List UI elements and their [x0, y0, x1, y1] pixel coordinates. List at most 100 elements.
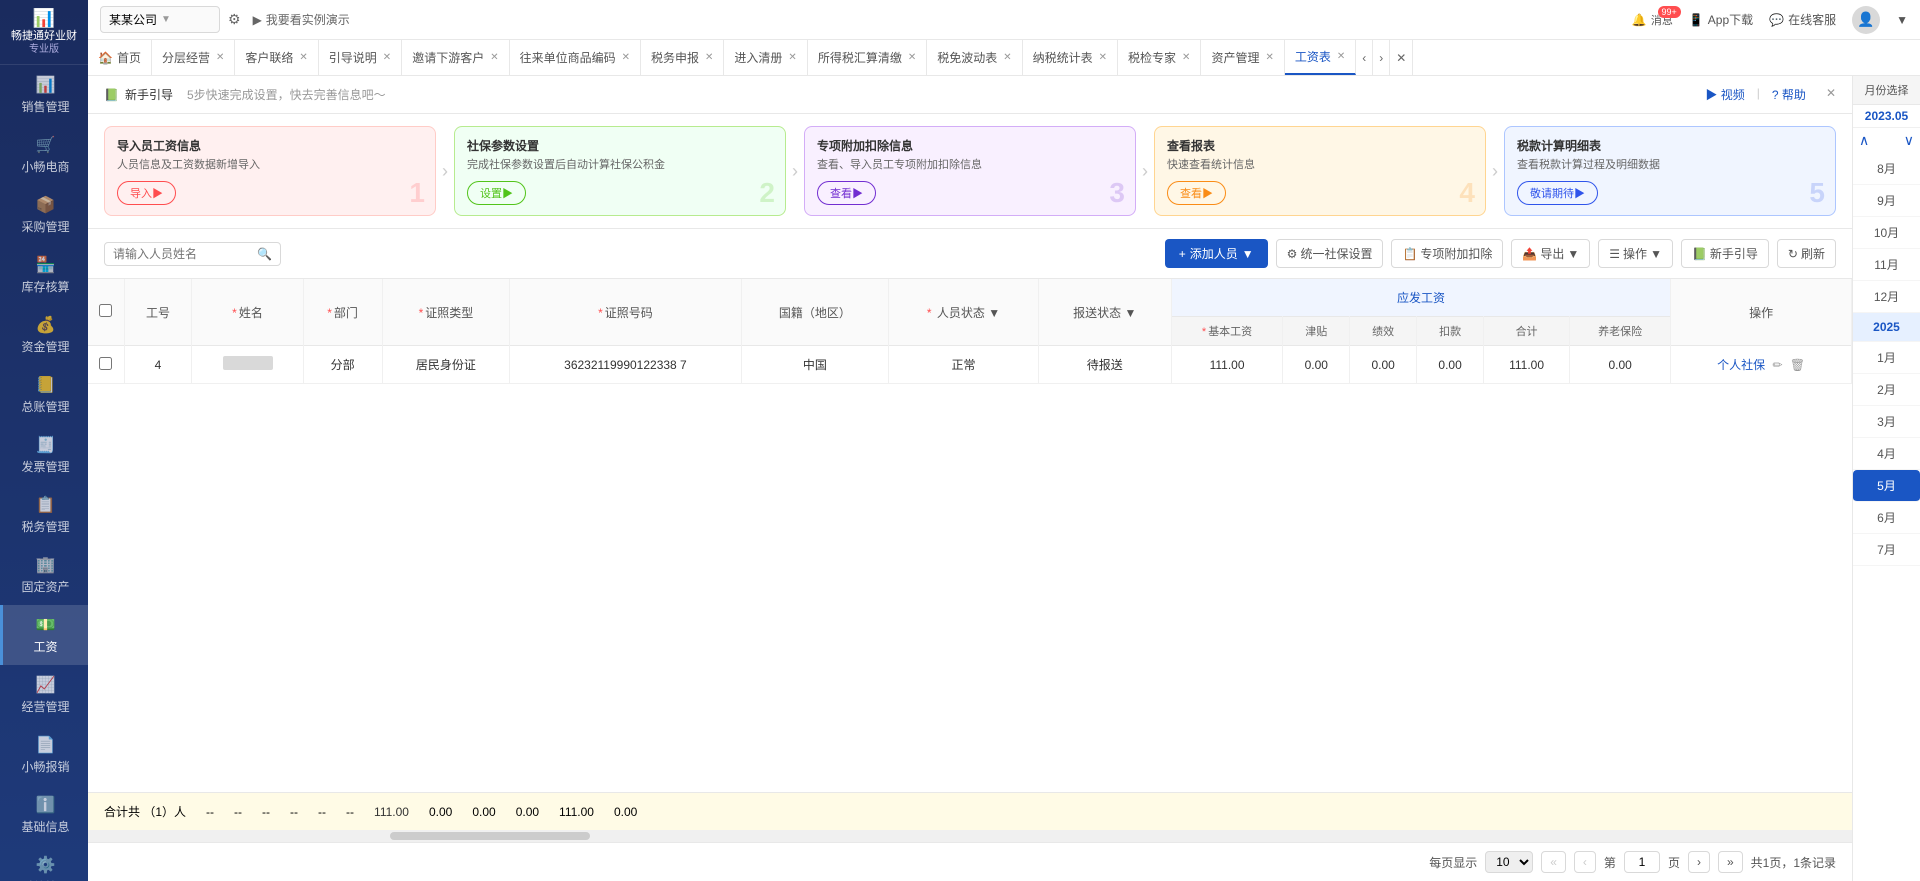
sidebar-item-ecommerce[interactable]: 🛒 小畅电商	[0, 125, 88, 185]
month-item-7[interactable]: 7月	[1853, 534, 1920, 566]
guide-close-btn[interactable]: ✕	[1826, 86, 1836, 103]
guide-video-link[interactable]: ▶ 视频	[1705, 86, 1744, 103]
step1-btn[interactable]: 导入▶	[117, 181, 176, 205]
step4-btn[interactable]: 查看▶	[1167, 181, 1226, 205]
demo-link[interactable]: ▶ 我要看实例演示	[253, 11, 350, 28]
filter-icon[interactable]: ▼	[988, 306, 1000, 320]
close-icon[interactable]: ✕	[1003, 52, 1011, 63]
filter-icon[interactable]: ▼	[1125, 306, 1137, 320]
close-icon[interactable]: ✕	[788, 52, 796, 63]
export-btn[interactable]: 📤 导出 ▼	[1511, 239, 1590, 268]
sidebar-item-invoice[interactable]: 🧾 发票管理	[0, 425, 88, 485]
tab-guide[interactable]: 引导说明 ✕	[319, 40, 402, 75]
sidebar-item-sales[interactable]: 📊 销售管理	[0, 65, 88, 125]
user-avatar[interactable]: 👤	[1852, 6, 1880, 34]
month-prev-btn[interactable]: ∧	[1857, 130, 1871, 151]
search-wrap[interactable]: 🔍	[104, 242, 281, 266]
social-setting-btn[interactable]: ⚙ 统一社保设置	[1276, 239, 1384, 268]
close-icon[interactable]: ✕	[622, 52, 630, 63]
month-item-12[interactable]: 12月	[1853, 281, 1920, 313]
guide-help-link[interactable]: ? 帮助	[1772, 86, 1806, 103]
notification-btn[interactable]: 🔔 消息 99+	[1632, 12, 1673, 28]
tab-close-all-btn[interactable]: ✕	[1390, 40, 1413, 75]
edit-icon[interactable]: ✏	[1772, 358, 1782, 372]
per-page-select[interactable]: 10 20 50	[1485, 851, 1533, 873]
sidebar-item-inventory[interactable]: 🏪 库存核算	[0, 245, 88, 305]
horizontal-scrollbar[interactable]	[88, 830, 1852, 842]
user-menu-btn[interactable]: ▼	[1896, 13, 1908, 27]
sidebar-item-system[interactable]: ⚙️ 系统管理	[0, 845, 88, 881]
select-all-checkbox[interactable]	[99, 304, 112, 317]
tab-tax-expert[interactable]: 税检专家 ✕	[1118, 40, 1201, 75]
close-icon[interactable]: ✕	[705, 52, 713, 63]
sidebar-item-report[interactable]: 📄 小畅报销	[0, 725, 88, 785]
operate-btn[interactable]: ☰ 操作 ▼	[1598, 239, 1673, 268]
tab-salary-sheet[interactable]: 工资表 ✕	[1285, 40, 1356, 75]
month-item-1[interactable]: 1月	[1853, 342, 1920, 374]
sidebar-item-operation[interactable]: 📈 经营管理	[0, 665, 88, 725]
close-icon[interactable]: ✕	[1182, 52, 1190, 63]
sidebar-item-fixed[interactable]: 🏢 固定资产	[0, 545, 88, 605]
month-item-3[interactable]: 3月	[1853, 406, 1920, 438]
personal-social-link[interactable]: 个人社保	[1717, 358, 1765, 372]
step3-btn[interactable]: 查看▶	[817, 181, 876, 205]
month-item-8[interactable]: 8月	[1853, 153, 1920, 185]
close-icon[interactable]: ✕	[1099, 52, 1107, 63]
scrollbar-thumb[interactable]	[390, 832, 590, 840]
month-item-11[interactable]: 11月	[1853, 249, 1920, 281]
sidebar-item-salary[interactable]: 💵 工资	[0, 605, 88, 665]
row-checkbox[interactable]	[99, 357, 112, 370]
month-item-10[interactable]: 10月	[1853, 217, 1920, 249]
step-arrow-3: ›	[1136, 126, 1154, 216]
tab-asset[interactable]: 资产管理 ✕	[1201, 40, 1284, 75]
tab-tax-report[interactable]: 税务申报 ✕	[641, 40, 724, 75]
new-guide-btn[interactable]: 📗 新手引导	[1681, 239, 1769, 268]
app-download-btn[interactable]: 📱 App下载	[1689, 11, 1753, 28]
close-icon[interactable]: ✕	[1337, 51, 1345, 62]
company-selector[interactable]: 某某公司 ▼	[100, 6, 220, 33]
month-item-9[interactable]: 9月	[1853, 185, 1920, 217]
search-input[interactable]	[113, 247, 253, 261]
sidebar-item-basic[interactable]: ℹ️ 基础信息	[0, 785, 88, 845]
close-icon[interactable]: ✕	[1265, 52, 1273, 63]
first-page-btn[interactable]: «	[1541, 851, 1566, 873]
close-icon[interactable]: ✕	[299, 52, 307, 63]
tab-goods-code[interactable]: 往来单位商品编码 ✕	[510, 40, 641, 75]
delete-icon[interactable]: 🗑	[1790, 358, 1805, 372]
settings-btn[interactable]: ⚙	[228, 11, 241, 28]
tab-classify[interactable]: 分层经营 ✕	[152, 40, 235, 75]
prev-page-btn[interactable]: ‹	[1574, 851, 1596, 873]
tab-next-btn[interactable]: ›	[1373, 40, 1390, 75]
refresh-btn[interactable]: ↻ 刷新	[1777, 239, 1836, 268]
tab-income-tax[interactable]: 所得税汇算清缴 ✕	[808, 40, 927, 75]
tab-customer[interactable]: 客户联络 ✕	[235, 40, 318, 75]
month-item-5[interactable]: 5月	[1853, 470, 1920, 502]
tab-tax-exempt[interactable]: 税免波动表 ✕	[927, 40, 1022, 75]
month-next-btn[interactable]: ∨	[1902, 130, 1916, 151]
close-icon[interactable]: ✕	[383, 52, 391, 63]
sidebar-item-finance[interactable]: 💰 资金管理	[0, 305, 88, 365]
tab-prev-btn[interactable]: ‹	[1356, 40, 1373, 75]
sidebar-item-purchase[interactable]: 📦 采购管理	[0, 185, 88, 245]
tab-invite[interactable]: 邀请下游客户 ✕	[402, 40, 509, 75]
step2-btn[interactable]: 设置▶	[467, 181, 526, 205]
tab-tax-stat[interactable]: 纳税统计表 ✕	[1023, 40, 1118, 75]
sidebar-item-ledger[interactable]: 📒 总账管理	[0, 365, 88, 425]
next-page-btn[interactable]: ›	[1688, 851, 1710, 873]
step5-btn[interactable]: 敬请期待▶	[1517, 181, 1598, 205]
page-number-input[interactable]	[1624, 851, 1660, 873]
sidebar-item-tax[interactable]: 📋 税务管理	[0, 485, 88, 545]
year-2025[interactable]: 2025	[1853, 313, 1920, 342]
month-item-6[interactable]: 6月	[1853, 502, 1920, 534]
close-icon[interactable]: ✕	[908, 52, 916, 63]
online-service-btn[interactable]: 💬 在线客服	[1769, 11, 1836, 28]
tab-home[interactable]: 🏠 首页	[88, 40, 152, 75]
last-page-btn[interactable]: »	[1718, 851, 1743, 873]
close-icon[interactable]: ✕	[216, 52, 224, 63]
month-item-2[interactable]: 2月	[1853, 374, 1920, 406]
add-person-btn[interactable]: + 添加人员 ▼	[1165, 239, 1268, 268]
month-item-4[interactable]: 4月	[1853, 438, 1920, 470]
tab-clearbook[interactable]: 进入清册 ✕	[724, 40, 807, 75]
special-deduction-btn[interactable]: 📋 专项附加扣除	[1391, 239, 1503, 268]
close-icon[interactable]: ✕	[490, 52, 498, 63]
